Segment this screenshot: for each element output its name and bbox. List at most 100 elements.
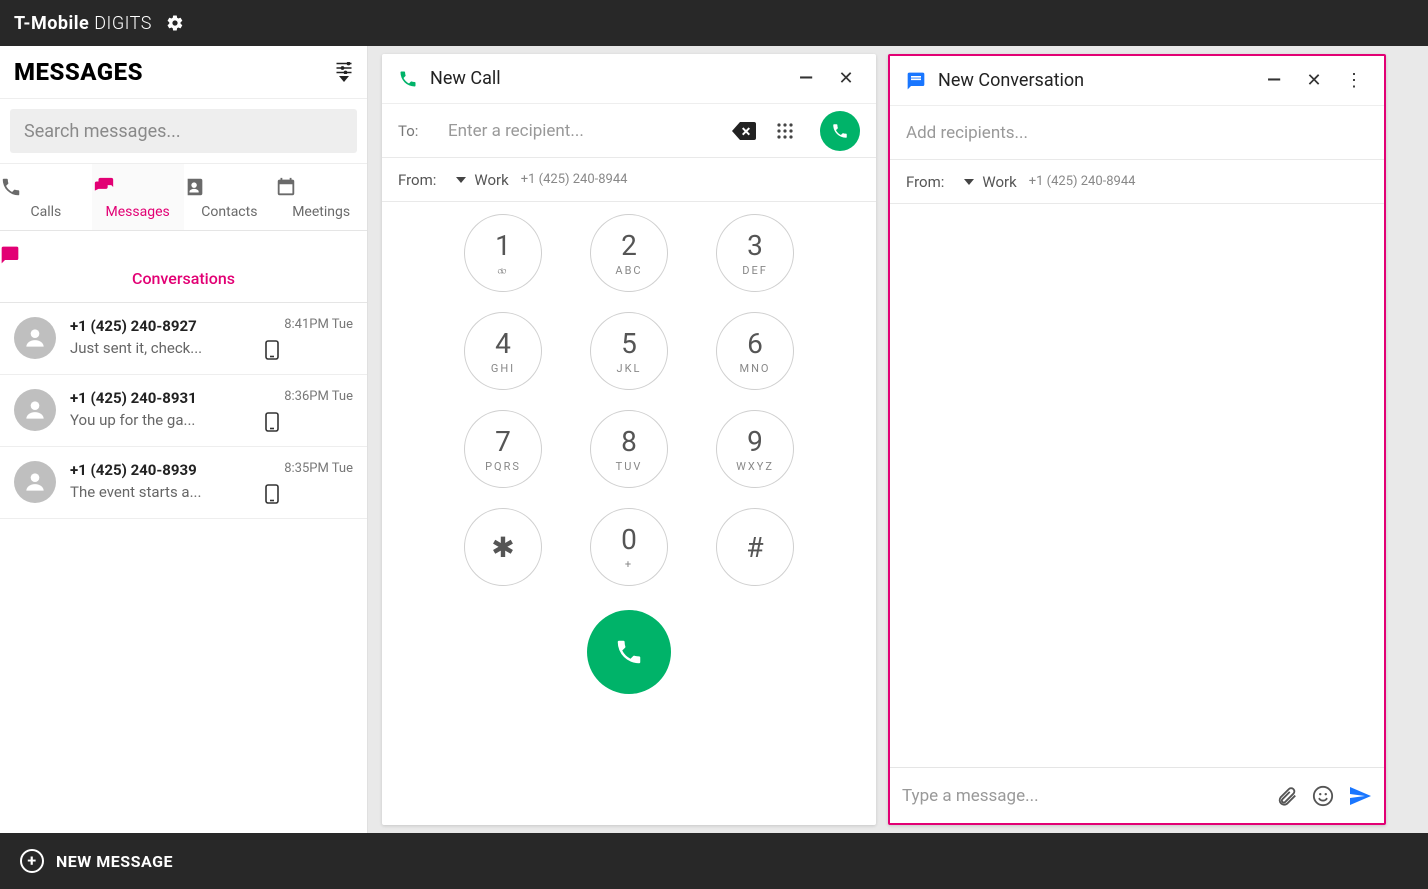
avatar <box>14 461 56 503</box>
conversation-preview: Just sent it, check... <box>70 339 251 357</box>
chat-icon <box>906 71 926 91</box>
key-number: 6 <box>747 327 763 360</box>
tab-messages-label: Messages <box>106 204 170 220</box>
minimize-button[interactable]: — <box>1260 70 1288 91</box>
brand-bold: T-Mobile <box>14 13 89 34</box>
from-value: Work <box>982 173 1016 191</box>
key-number: 7 <box>495 425 511 458</box>
conversation-time: 8:35PM Tue <box>265 461 353 476</box>
dialpad-key[interactable]: 5 JKL <box>590 312 668 390</box>
tab-messages[interactable]: Messages <box>92 164 184 230</box>
key-letters: PQRS <box>485 460 521 473</box>
from-selector[interactable]: Work +1 (425) 240-8944 <box>964 173 1135 191</box>
tab-meetings[interactable]: Meetings <box>275 164 367 230</box>
recipient-input[interactable] <box>906 123 1368 143</box>
key-letters: DEF <box>742 264 768 277</box>
dialpad-key[interactable]: 1⧞ <box>464 214 542 292</box>
key-letters: JKL <box>617 362 642 375</box>
call-button[interactable] <box>820 111 860 151</box>
settings-icon[interactable] <box>166 14 184 32</box>
dialpad-key[interactable]: 0+ <box>590 508 668 586</box>
dialpad-icon[interactable] <box>776 122 810 140</box>
from-number: +1 (425) 240-8944 <box>521 172 628 187</box>
dialpad-key[interactable]: 3 DEF <box>716 214 794 292</box>
phone-icon <box>398 69 418 89</box>
tab-calls-label: Calls <box>30 204 61 220</box>
key-number: 1 <box>495 229 511 262</box>
phone-icon <box>0 176 92 198</box>
recipient-input[interactable] <box>448 121 722 141</box>
conversation-item[interactable]: +1 (425) 240-8927 Just sent it, check...… <box>0 303 367 375</box>
tab-calls[interactable]: Calls <box>0 164 92 230</box>
conversation-time: 8:36PM Tue <box>265 389 353 404</box>
chevron-down-icon <box>456 177 466 183</box>
close-button[interactable]: ✕ <box>1300 70 1328 91</box>
emoji-icon[interactable] <box>1312 785 1334 807</box>
tab-contacts-label: Contacts <box>201 204 257 220</box>
contacts-icon <box>184 176 276 198</box>
conversation-number: +1 (425) 240-8931 <box>70 389 251 407</box>
new-message-button[interactable]: + NEW MESSAGE <box>0 833 1428 889</box>
key-number: 5 <box>621 327 637 360</box>
conversation-number: +1 (425) 240-8927 <box>70 317 251 335</box>
sidebar: MESSAGES Calls Messages Contacts <box>0 46 368 833</box>
key-letters: WXYZ <box>736 460 774 473</box>
dialpad-key[interactable]: 4GHI <box>464 312 542 390</box>
conversation-item[interactable]: +1 (425) 240-8939 The event starts a... … <box>0 447 367 519</box>
search-input[interactable] <box>10 109 357 153</box>
dialpad-key[interactable]: 2ABC <box>590 214 668 292</box>
new-conversation-panel: New Conversation — ✕ ⋮ From: Work +1 (42… <box>888 54 1386 825</box>
device-icon <box>265 412 353 432</box>
from-number: +1 (425) 240-8944 <box>1029 174 1136 189</box>
dialpad-key[interactable]: 6MNO <box>716 312 794 390</box>
page-title: MESSAGES <box>14 58 143 86</box>
key-number: 0 <box>621 523 637 556</box>
brand: T-Mobile DIGITS <box>14 13 152 34</box>
from-label: From: <box>398 171 436 189</box>
conversation-item[interactable]: +1 (425) 240-8931 You up for the ga... 8… <box>0 375 367 447</box>
conversation-list: +1 (425) 240-8927 Just sent it, check...… <box>0 303 367 833</box>
main-tabs: Calls Messages Contacts Meetings <box>0 164 367 231</box>
messages-icon <box>92 176 184 198</box>
filter-button[interactable] <box>335 62 353 82</box>
from-selector[interactable]: Work +1 (425) 240-8944 <box>456 171 627 189</box>
message-body <box>890 204 1384 767</box>
chat-icon <box>0 245 367 265</box>
backspace-icon[interactable] <box>732 122 766 140</box>
calendar-icon <box>275 176 367 198</box>
key-number: 9 <box>747 425 763 458</box>
dialpad-key[interactable]: 7 PQRS <box>464 410 542 488</box>
brand-light: DIGITS <box>94 13 152 34</box>
key-number: 3 <box>747 229 763 262</box>
subtab-label: Conversations <box>132 269 235 288</box>
key-letters: + <box>625 558 633 571</box>
tab-contacts[interactable]: Contacts <box>184 164 276 230</box>
dial-button[interactable] <box>587 610 671 694</box>
dialpad-key[interactable]: # <box>716 508 794 586</box>
plus-icon: + <box>20 849 44 873</box>
send-button[interactable] <box>1348 784 1372 808</box>
new-call-panel: New Call — ✕ To: From: Work +1 (425) 240… <box>382 54 876 825</box>
dialpad-key[interactable]: 9 WXYZ <box>716 410 794 488</box>
dialpad-key[interactable]: ✱ <box>464 508 542 586</box>
subtab-conversations[interactable]: Conversations <box>0 231 367 303</box>
app-topbar: T-Mobile DIGITS <box>0 0 1428 46</box>
conversation-preview: You up for the ga... <box>70 411 251 429</box>
key-number: 4 <box>495 327 511 360</box>
new-message-label: NEW MESSAGE <box>56 852 173 871</box>
panel-title: New Call <box>430 68 780 89</box>
key-number: # <box>746 531 763 564</box>
minimize-button[interactable]: — <box>792 68 820 89</box>
dialpad: 1⧞2ABC3DEF4GHI5JKL6MNO7PQRS8TUV9WXYZ✱0+# <box>382 202 876 825</box>
key-number: ✱ <box>491 531 514 564</box>
avatar <box>14 389 56 431</box>
conversation-preview: The event starts a... <box>70 483 251 501</box>
more-button[interactable]: ⋮ <box>1340 70 1368 91</box>
compose-input[interactable] <box>902 786 1262 806</box>
attachment-icon[interactable] <box>1276 785 1298 807</box>
close-button[interactable]: ✕ <box>832 68 860 89</box>
conversation-number: +1 (425) 240-8939 <box>70 461 251 479</box>
dialpad-key[interactable]: 8TUV <box>590 410 668 488</box>
panel-title: New Conversation <box>938 70 1248 91</box>
key-letters: TUV <box>616 460 643 473</box>
